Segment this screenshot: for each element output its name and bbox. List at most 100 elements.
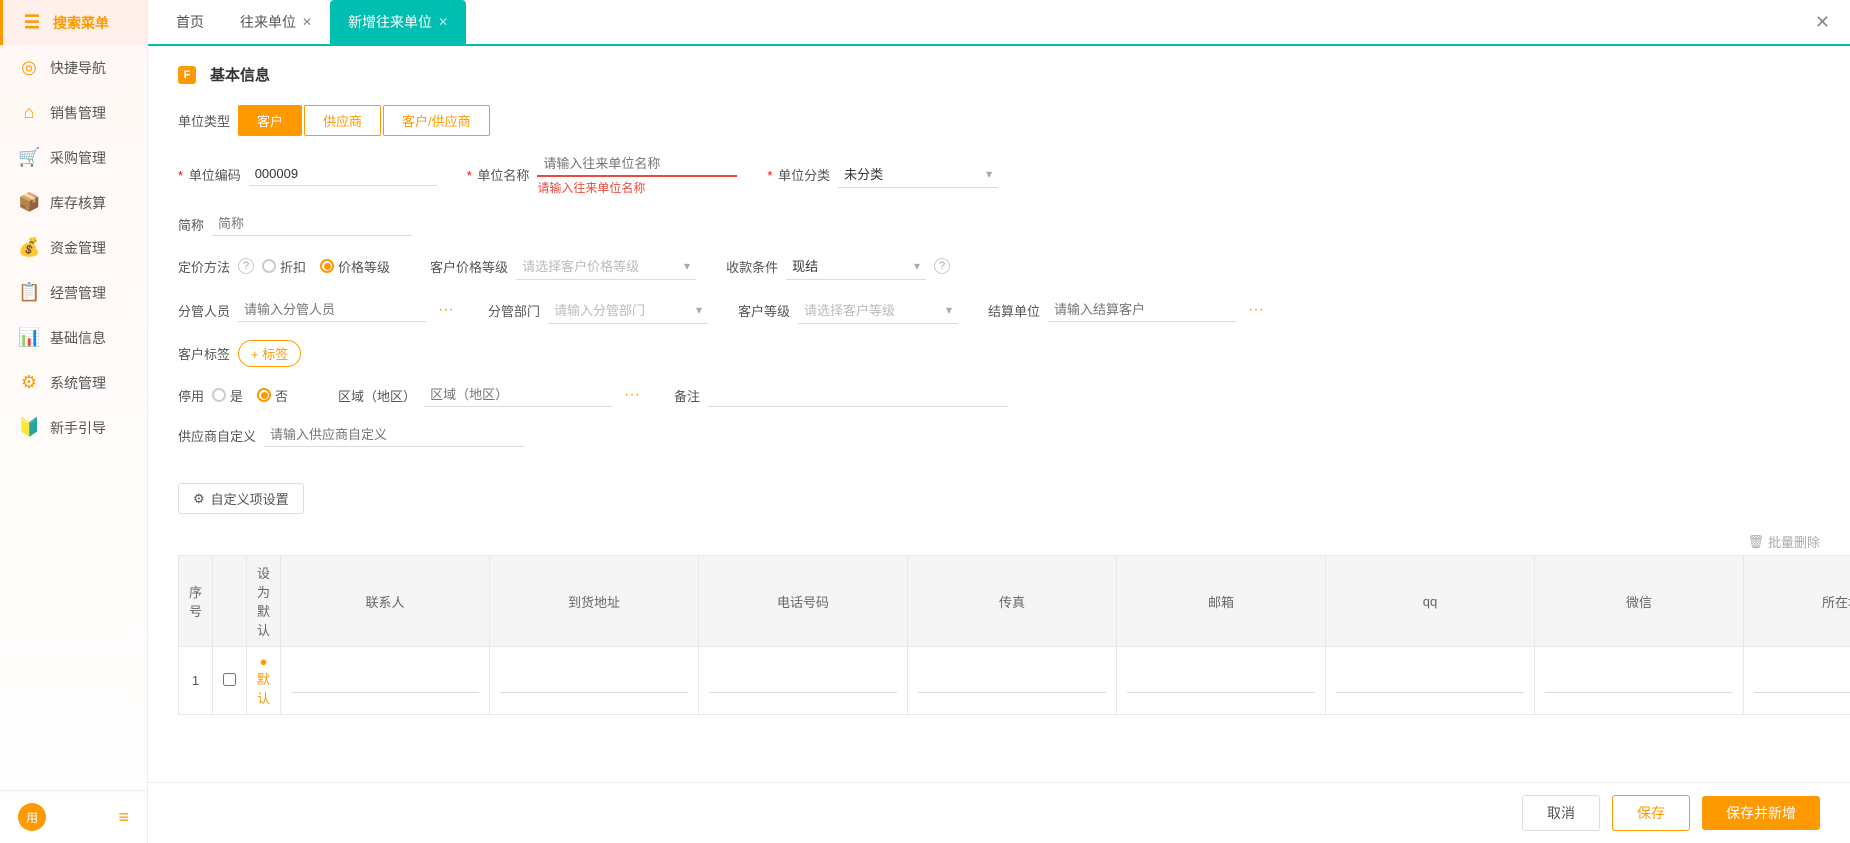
sidebar-item-purchase[interactable]: 🛒 采购管理 <box>0 135 147 180</box>
sidebar: ☰ 搜索菜单 ◎ 快捷导航 ⌂ 销售管理 🛒 采购管理 📦 库存核算 💰 资金管… <box>0 0 148 843</box>
cancel-button[interactable]: 取消 <box>1522 795 1600 831</box>
default-radio[interactable]: ● 默认 <box>257 654 270 706</box>
customer-price-level-group: 客户价格等级 请选择客户价格等级 ▾ <box>430 252 696 280</box>
region-more-icon[interactable]: ··· <box>620 386 644 404</box>
save-button[interactable]: 保存 <box>1612 795 1690 831</box>
department-select[interactable]: 请输入分管部门 ▾ <box>548 296 708 324</box>
wechat-input[interactable] <box>1545 669 1733 693</box>
sidebar-item-basic-info[interactable]: 📊 基础信息 <box>0 315 147 360</box>
col-fax: 传真 <box>908 556 1117 647</box>
delete-icon: 🗑 <box>1747 534 1764 550</box>
payment-terms-label: 收款条件 <box>726 257 778 276</box>
unit-category-select[interactable]: 未分类 ▾ <box>838 160 998 188</box>
email-input[interactable] <box>1127 669 1315 693</box>
batch-delete-button[interactable]: 🗑 批量删除 <box>1747 532 1820 551</box>
save-and-new-button[interactable]: 保存并新增 <box>1702 796 1820 830</box>
disabled-yes[interactable]: 是 <box>212 386 243 405</box>
short-name-group: 简称 <box>178 212 412 236</box>
form-content: F 基本信息 单位类型 客户 供应商 客户/供应商 * <box>148 46 1850 782</box>
unit-name-input[interactable] <box>537 152 737 177</box>
manager-row: 分管人员 ··· 分管部门 请输入分管部门 ▾ 客户等级 请选择客户等级 ▾ <box>178 296 1820 324</box>
fax-input[interactable] <box>918 669 1106 693</box>
pricing-radio-discount[interactable]: 折扣 <box>262 257 306 276</box>
customer-price-level-label: 客户价格等级 <box>430 257 508 276</box>
unit-category-label: * 单位分类 <box>767 165 830 184</box>
disabled-group: 停用 是 否 <box>178 386 288 405</box>
pricing-radio-level[interactable]: 价格等级 <box>320 257 390 276</box>
manager-group: 分管人员 ··· <box>178 298 458 322</box>
cell-fax <box>908 647 1117 715</box>
tab-bar-close-button[interactable]: ✕ <box>1805 12 1840 33</box>
expand-icon[interactable]: ≡ <box>118 807 129 828</box>
region-input[interactable] <box>424 383 612 407</box>
disabled-label: 停用 <box>178 386 204 405</box>
cell-address <box>490 647 699 715</box>
col-seq: 序号 <box>179 556 213 647</box>
basic-info-icon: 📊 <box>18 327 40 348</box>
qq-input[interactable] <box>1336 669 1524 693</box>
sidebar-item-quick-nav[interactable]: ◎ 快捷导航 <box>0 45 147 90</box>
type-btn-both[interactable]: 客户/供应商 <box>383 105 490 136</box>
customer-tag-row: 客户标签 + 标签 <box>178 340 1820 367</box>
disabled-no-circle <box>257 388 271 402</box>
cell-email <box>1117 647 1326 715</box>
row-checkbox[interactable] <box>223 673 236 686</box>
custom-settings-icon: ⚙ <box>193 491 205 507</box>
tab-new-partner[interactable]: 新增往来单位 ✕ <box>330 0 466 44</box>
supplier-custom-group: 供应商自定义 <box>178 423 524 447</box>
tag-add-button[interactable]: + 标签 <box>238 340 301 367</box>
disabled-no[interactable]: 否 <box>257 386 288 405</box>
remarks-input[interactable] <box>708 383 1008 407</box>
pricing-radio-discount-circle <box>262 259 276 273</box>
manager-more-icon[interactable]: ··· <box>434 301 458 319</box>
cell-wechat <box>1535 647 1744 715</box>
quick-nav-icon: ◎ <box>18 57 40 78</box>
custom-settings-button[interactable]: ⚙ 自定义项设置 <box>178 483 304 514</box>
area-input[interactable] <box>1754 669 1850 693</box>
billing-unit-input[interactable] <box>1048 298 1236 322</box>
disabled-row: 停用 是 否 区域（地区） ··· <box>178 383 1820 407</box>
pricing-help-icon[interactable]: ? <box>238 258 254 274</box>
sidebar-item-inventory[interactable]: 📦 库存核算 <box>0 180 147 225</box>
contact-input[interactable] <box>291 669 479 693</box>
customer-price-level-select[interactable]: 请选择客户价格等级 ▾ <box>516 252 696 280</box>
sidebar-item-search[interactable]: ☰ 搜索菜单 <box>0 0 147 45</box>
manager-input[interactable] <box>238 298 426 322</box>
remarks-group: 备注 <box>674 383 1008 407</box>
tab-new-partner-close[interactable]: ✕ <box>438 15 448 29</box>
customer-level-select[interactable]: 请选择客户等级 ▾ <box>798 296 958 324</box>
sidebar-item-operations[interactable]: 📋 经营管理 <box>0 270 147 315</box>
pricing-row: 定价方法 ? 折扣 价格等级 客户价格等级 <box>178 252 1820 280</box>
price-level-chevron-icon: ▾ <box>684 259 690 273</box>
tab-partners[interactable]: 往来单位 ✕ <box>222 0 330 44</box>
col-qq: qq <box>1326 556 1535 647</box>
sidebar-item-guide[interactable]: 🔰 新手引导 <box>0 405 147 450</box>
supplier-custom-input[interactable] <box>264 423 524 447</box>
sidebar-item-finance[interactable]: 💰 资金管理 <box>0 225 147 270</box>
basic-info-section: F 基本信息 单位类型 客户 供应商 客户/供应商 * <box>148 46 1850 473</box>
phone-input[interactable] <box>709 669 897 693</box>
finance-icon: 💰 <box>18 237 40 258</box>
cell-phone <box>699 647 908 715</box>
unit-type-group: 单位类型 客户 供应商 客户/供应商 <box>178 105 490 136</box>
type-btn-supplier[interactable]: 供应商 <box>304 105 381 136</box>
short-name-input[interactable] <box>212 212 412 236</box>
footer: 取消 保存 保存并新增 <box>148 782 1850 843</box>
pricing-method-label: 定价方法 <box>178 257 230 276</box>
unit-type-buttons: 客户 供应商 客户/供应商 <box>238 105 490 136</box>
unit-name-group: * 单位名称 请输入往来单位名称 <box>467 152 738 196</box>
sidebar-item-system[interactable]: ⚙ 系统管理 <box>0 360 147 405</box>
sidebar-item-sales[interactable]: ⌂ 销售管理 <box>0 90 147 135</box>
tab-home[interactable]: 首页 <box>158 0 222 44</box>
customer-tag-group: 客户标签 + 标签 <box>178 340 301 367</box>
payment-help-icon[interactable]: ? <box>934 258 950 274</box>
type-btn-customer[interactable]: 客户 <box>238 105 302 136</box>
pricing-method-radios: 折扣 价格等级 <box>262 257 390 276</box>
billing-more-icon[interactable]: ··· <box>1244 301 1268 319</box>
address-input[interactable] <box>500 669 688 693</box>
payment-terms-select[interactable]: 现结 ▾ <box>786 252 926 280</box>
tab-partners-close[interactable]: ✕ <box>302 15 312 29</box>
unit-code-input[interactable] <box>249 162 437 186</box>
custom-settings-wrapper: ⚙ 自定义项设置 <box>148 473 1850 524</box>
cust-level-chevron-icon: ▾ <box>946 303 952 317</box>
